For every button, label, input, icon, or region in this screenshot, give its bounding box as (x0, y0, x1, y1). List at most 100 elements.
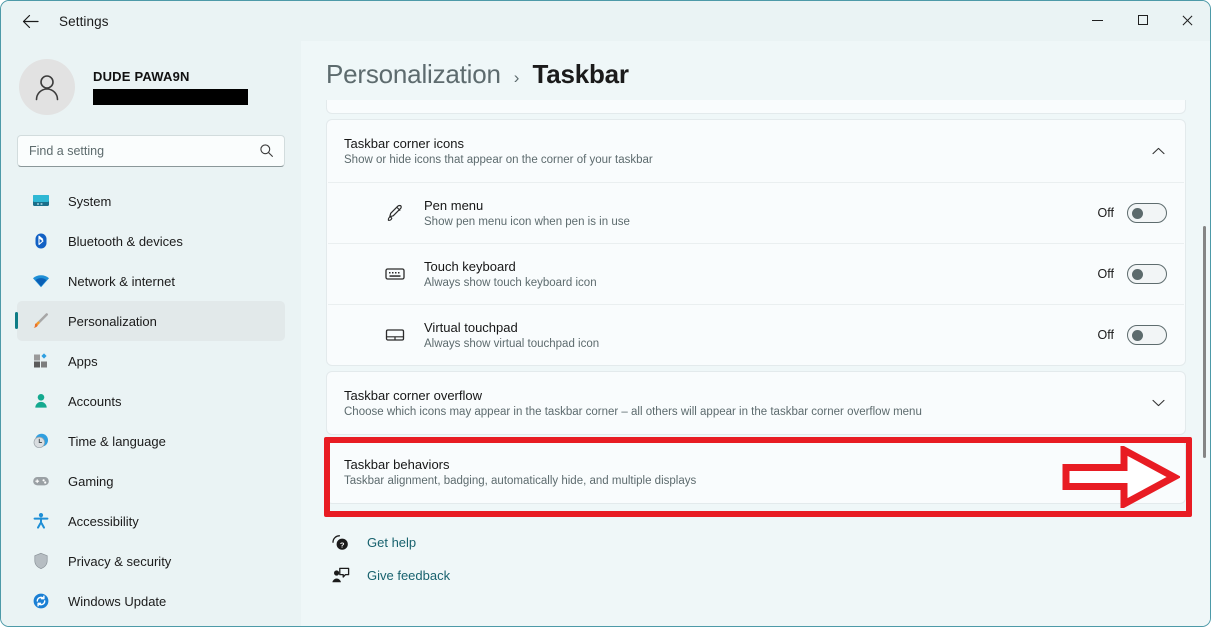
content-area: Personalization › Taskbar Taskbar corner… (301, 41, 1210, 626)
chevron-up-icon[interactable] (1149, 147, 1167, 155)
sidebar-item-network-internet[interactable]: Network & internet (17, 261, 285, 301)
card-title: Taskbar behaviors (344, 457, 450, 472)
row-virtual-touchpad: Virtual touchpad Always show virtual tou… (327, 305, 1185, 365)
account-icon (31, 391, 51, 411)
card-subtitle: Taskbar alignment, badging, automaticall… (344, 475, 697, 487)
card-subtitle: Choose which icons may appear in the tas… (344, 406, 922, 418)
close-button[interactable] (1165, 1, 1210, 39)
search-box[interactable] (17, 135, 285, 167)
wifi-icon (31, 271, 51, 291)
sidebar-item-bluetooth-devices[interactable]: Bluetooth & devices (17, 221, 285, 261)
virtual-touchpad-toggle[interactable] (1127, 325, 1167, 345)
close-icon (1182, 14, 1194, 26)
sidebar-item-label: Accessibility (68, 513, 139, 529)
get-help-link[interactable]: ? Get help (326, 526, 1210, 559)
gamepad-icon (31, 471, 51, 491)
sidebar-item-accessibility[interactable]: Accessibility (17, 501, 285, 541)
sidebar-item-windows-update[interactable]: Windows Update (17, 581, 285, 621)
content-scrollbar[interactable] (1203, 226, 1206, 458)
sidebar-item-label: System (68, 193, 112, 209)
keyboard-icon (382, 262, 408, 286)
give-feedback-link[interactable]: Give feedback (326, 559, 1210, 592)
sidebar-item-gaming[interactable]: Gaming (17, 461, 285, 501)
link-label: Get help (367, 535, 417, 550)
shield-icon (31, 551, 51, 571)
account-email-redacted (93, 89, 248, 105)
user-avatar-icon (35, 75, 59, 101)
chevron-down-icon[interactable] (1149, 399, 1167, 407)
sidebar-item-label: Bluetooth & devices (68, 233, 183, 249)
row-title: Pen menu (424, 198, 484, 213)
toggle-state-label: Off (1097, 267, 1114, 281)
toggle-state-label: Off (1097, 206, 1114, 220)
sidebar-item-label: Privacy & security (68, 553, 172, 569)
sidebar-item-personalization[interactable]: Personalization (15, 301, 285, 341)
sidebar-item-label: Network & internet (68, 273, 175, 289)
sidebar-item-label: Windows Update (68, 593, 167, 609)
account-name: DUDE PAWA9N (93, 69, 190, 84)
row-title: Virtual touchpad (424, 320, 518, 335)
help-icon: ? (326, 533, 354, 552)
sidebar-item-privacy-security[interactable]: Privacy & security (17, 541, 285, 581)
breadcrumb-parent[interactable]: Personalization (326, 59, 501, 90)
window-controls (1075, 1, 1210, 39)
sidebar-item-accounts[interactable]: Accounts (17, 381, 285, 421)
card-title: Taskbar corner icons (344, 136, 464, 151)
paintbrush-icon (31, 311, 51, 331)
taskbar-corner-overflow-header[interactable]: Taskbar corner overflow Choose which ico… (327, 372, 1185, 434)
sidebar-item-label: Personalization (68, 313, 157, 329)
taskbar-behaviors-header[interactable]: Taskbar behaviors Taskbar alignment, bad… (327, 441, 1185, 503)
accessibility-icon (31, 511, 51, 531)
clock-globe-icon (31, 431, 51, 451)
maximize-icon (1137, 15, 1148, 25)
apps-icon (31, 351, 51, 371)
search-input[interactable] (18, 144, 284, 158)
row-subtitle: Show pen menu icon when pen is in use (424, 216, 630, 228)
taskbar-corner-icons-header[interactable]: Taskbar corner icons Show or hide icons … (327, 120, 1185, 182)
footer-links: ? Get help Give feedback (326, 526, 1210, 592)
row-subtitle: Always show virtual touchpad icon (424, 338, 600, 350)
sidebar-item-label: Apps (68, 353, 98, 369)
sidebar-item-apps[interactable]: Apps (17, 341, 285, 381)
card-title: Taskbar corner overflow (344, 388, 482, 403)
pen-menu-toggle-group: Off (1098, 203, 1167, 223)
maximize-button[interactable] (1120, 1, 1165, 39)
back-button[interactable] (13, 6, 47, 36)
toggle-knob (1132, 330, 1143, 341)
sidebar-item-system[interactable]: System (17, 181, 285, 221)
search-icon (259, 143, 274, 163)
card-subtitle: Show or hide icons that appear on the co… (344, 154, 653, 166)
touchpad-icon (382, 323, 408, 347)
link-label: Give feedback (367, 568, 451, 583)
sidebar-item-label: Time & language (68, 433, 166, 449)
title-bar: Settings (1, 1, 1210, 41)
bluetooth-icon (31, 231, 51, 251)
feedback-icon (326, 566, 354, 585)
row-subtitle: Always show touch keyboard icon (424, 277, 597, 289)
account-block[interactable]: DUDE PAWA9N (1, 41, 301, 115)
row-title: Touch keyboard (424, 259, 516, 274)
settings-window: Settings DUDE PAWA9N Find a setting Syst… (0, 0, 1211, 627)
toggle-state-label: Off (1097, 328, 1114, 342)
svg-text:?: ? (339, 540, 344, 549)
breadcrumb-separator-icon: › (513, 68, 520, 87)
avatar (19, 59, 75, 115)
sidebar-nav: System Bluetooth & devices Network & int… (1, 181, 301, 621)
pen-icon (382, 201, 408, 225)
pen-menu-toggle[interactable] (1127, 203, 1167, 223)
sidebar-item-time-language[interactable]: Time & language (17, 421, 285, 461)
chevron-down-icon[interactable] (1149, 468, 1167, 476)
row-touch-keyboard: Touch keyboard Always show touch keyboar… (327, 244, 1185, 304)
arrow-left-icon (22, 14, 39, 28)
breadcrumb: Personalization › Taskbar (301, 41, 1210, 90)
toggle-knob (1132, 208, 1143, 219)
touch-keyboard-toggle[interactable] (1127, 264, 1167, 284)
row-pen-menu: Pen menu Show pen menu icon when pen is … (327, 183, 1185, 243)
card-taskbar-corner-overflow: Taskbar corner overflow Choose which ico… (326, 371, 1186, 435)
sidebar-item-label: Accounts (68, 393, 122, 409)
sidebar: DUDE PAWA9N Find a setting System Blueto… (1, 41, 301, 626)
minimize-button[interactable] (1075, 1, 1120, 39)
app-title: Settings (59, 13, 109, 29)
sidebar-item-label: Gaming (68, 473, 114, 489)
monitor-icon (31, 191, 51, 211)
